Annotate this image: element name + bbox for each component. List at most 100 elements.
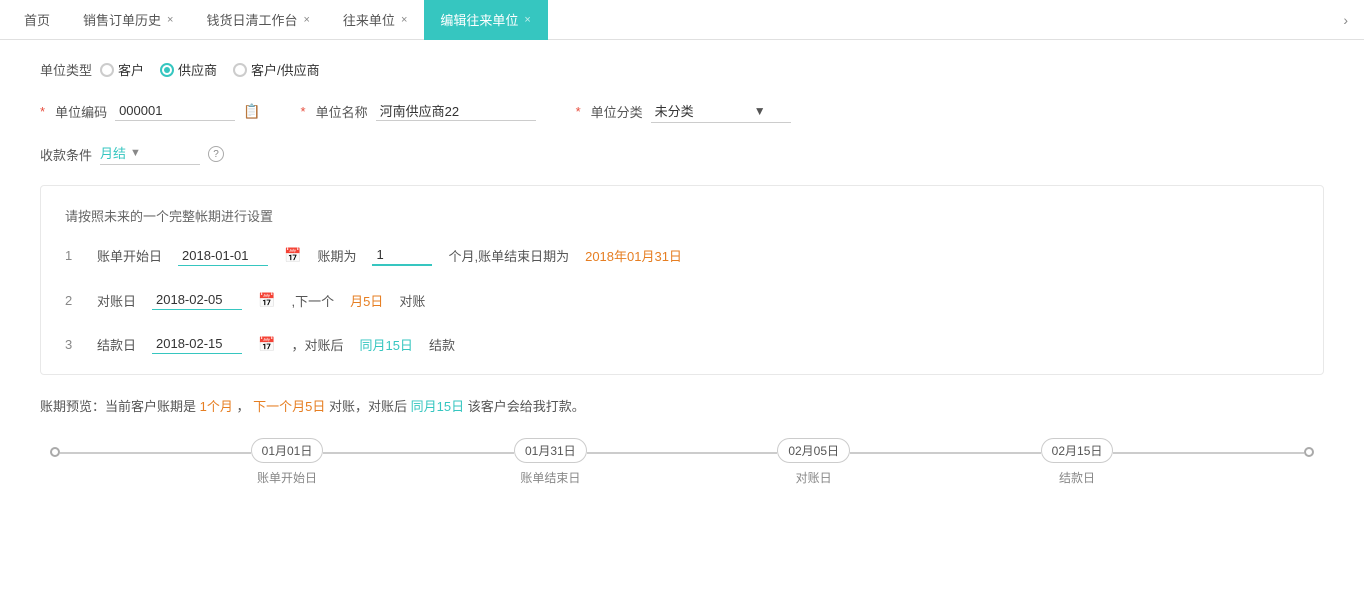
tl-sublabel-2: 对账日 <box>796 469 832 486</box>
category-star: * <box>576 104 581 119</box>
tab-sales-history-label: 销售订单历史 <box>83 10 161 29</box>
payment-day-desc-suffix: 结款 <box>429 335 455 354</box>
tl-line-2 <box>587 452 778 454</box>
radio-both[interactable]: 客户/供应商 <box>233 60 320 79</box>
category-value: 未分类 <box>655 101 694 120</box>
tabs-arrow[interactable]: › <box>1335 12 1356 28</box>
payment-value: 月结 <box>100 143 126 162</box>
preview-reconcile: 下一个月5日 <box>253 399 325 414</box>
reconcile-cal-icon[interactable]: 📅 <box>258 292 275 309</box>
preview-prefix: 账期预览：当前客户账期是 <box>40 399 196 414</box>
radio-customer-label: 客户 <box>118 60 144 79</box>
payment-day-cal-icon[interactable]: 📅 <box>258 336 275 353</box>
tab-edit-partner-label: 编辑往来单位 <box>440 10 518 29</box>
tab-home-label: 首页 <box>24 10 50 29</box>
tl-point-end <box>1304 438 1314 457</box>
reconcile-desc-prefix: ,下一个 <box>291 291 334 310</box>
radio-customer-circle <box>100 63 114 77</box>
preview-sep1: ， <box>237 399 250 414</box>
radio-supplier[interactable]: 供应商 <box>160 60 217 79</box>
payment-label: 收款条件 <box>40 145 92 164</box>
radio-both-circle <box>233 63 247 77</box>
period-unit: 个月,账单结束日期为 <box>448 246 569 265</box>
tl-line-1 <box>323 452 514 454</box>
payment-day-date[interactable] <box>152 334 242 354</box>
category-field: * 单位分类 未分类 ▼ <box>576 99 791 123</box>
tl-date-0: 01月01日 <box>262 444 313 458</box>
code-field: * 单位编码 📋 <box>40 101 261 121</box>
tab-home[interactable]: 首页 <box>8 0 67 40</box>
radio-supplier-label: 供应商 <box>178 60 217 79</box>
settings-row-3: 3 结款日 📅 ，对账后 同月15日 结款 <box>65 334 1299 354</box>
payment-day-desc-prefix: ，对账后 <box>291 335 343 354</box>
tl-line-3 <box>850 452 1041 454</box>
preview-period: 1个月 <box>200 399 233 414</box>
unit-type-label: 单位类型 <box>40 60 92 79</box>
tl-badge-2: 02月05日 <box>777 438 850 463</box>
settings-num-2: 2 <box>65 293 81 308</box>
tl-date-1: 01月31日 <box>525 444 576 458</box>
tab-partner-close[interactable]: × <box>401 14 407 26</box>
tl-date-2: 02月05日 <box>788 444 839 458</box>
category-arrow-icon: ▼ <box>754 104 766 118</box>
payment-select[interactable]: 月结 ▼ <box>100 143 200 165</box>
preview-suffix: 该客户会给我打款。 <box>468 399 585 414</box>
tl-dot-end <box>1304 447 1314 457</box>
code-name-category-row: * 单位编码 📋 * 单位名称 * 单位分类 未分类 ▼ <box>40 99 1324 123</box>
radio-both-label: 客户/供应商 <box>251 60 320 79</box>
category-label: 单位分类 <box>591 102 643 121</box>
tl-sublabel-1: 账单结束日 <box>520 469 580 486</box>
payment-day-highlight: 同月15日 <box>359 335 412 354</box>
tab-sales-history-close[interactable]: × <box>167 14 173 26</box>
preview-sep2: 对账，对账后 <box>329 399 407 414</box>
unit-type-field: 单位类型 客户 供应商 客户/供应商 <box>40 60 320 79</box>
category-select[interactable]: 未分类 ▼ <box>651 99 791 123</box>
bill-start-cal-icon[interactable]: 📅 <box>284 247 301 264</box>
tab-sales-history[interactable]: 销售订单历史 × <box>67 0 190 40</box>
settings-row-2: 2 对账日 📅 ,下一个 月5日 对账 <box>65 290 1299 310</box>
payment-field: 收款条件 月结 ▼ ? <box>40 143 224 165</box>
tab-cashier-label: 钱货日清工作台 <box>206 10 297 29</box>
settings-box: 请按照未来的一个完整帐期进行设置 1 账单开始日 📅 账期为 个月,账单结束日期… <box>40 185 1324 375</box>
tl-line-0 <box>60 452 251 454</box>
timeline: 01月01日 账单开始日 01月31日 账单结束日 02月05日 对账日 02月… <box>40 438 1324 486</box>
tab-partner[interactable]: 往来单位 × <box>327 0 424 40</box>
bill-start-date[interactable] <box>178 246 268 266</box>
radio-group: 客户 供应商 客户/供应商 <box>100 60 320 79</box>
payment-row: 收款条件 月结 ▼ ? <box>40 143 1324 165</box>
payment-help-icon[interactable]: ? <box>208 146 224 162</box>
code-input[interactable] <box>115 101 235 121</box>
tab-cashier[interactable]: 钱货日清工作台 × <box>190 0 326 40</box>
name-star: * <box>301 104 306 119</box>
tl-node-0: 01月01日 账单开始日 <box>251 438 324 486</box>
tl-date-3: 02月15日 <box>1052 444 1103 458</box>
tab-edit-partner-close[interactable]: × <box>524 14 530 26</box>
reconcile-date[interactable] <box>152 290 242 310</box>
settings-title: 请按照未来的一个完整帐期进行设置 <box>65 206 1299 225</box>
tl-node-2: 02月05日 对账日 <box>777 438 850 486</box>
reconcile-label: 对账日 <box>97 291 136 310</box>
payment-arrow-icon: ▼ <box>130 147 141 159</box>
tl-sublabel-3: 结款日 <box>1059 469 1095 486</box>
code-label: 单位编码 <box>55 102 107 121</box>
main-content: 单位类型 客户 供应商 客户/供应商 * 单位编码 <box>0 40 1364 608</box>
preview-section: 账期预览：当前客户账期是 1个月 ， 下一个月5日 对账，对账后 同月15日 该… <box>40 395 1324 418</box>
radio-customer[interactable]: 客户 <box>100 60 144 79</box>
bill-start-label: 账单开始日 <box>97 246 162 265</box>
name-label: 单位名称 <box>316 102 368 121</box>
name-field: * 单位名称 <box>301 101 536 121</box>
radio-supplier-circle <box>160 63 174 77</box>
period-input[interactable] <box>372 245 432 266</box>
payment-day-label: 结款日 <box>97 335 136 354</box>
code-star: * <box>40 104 45 119</box>
tab-edit-partner[interactable]: 编辑往来单位 × <box>424 0 547 40</box>
name-input[interactable] <box>376 101 536 121</box>
settings-num-1: 1 <box>65 248 81 263</box>
tl-line-4 <box>1113 452 1304 454</box>
reconcile-desc-suffix: 对账 <box>399 291 425 310</box>
period-label: 账期为 <box>317 246 356 265</box>
preview-payment: 同月15日 <box>411 399 464 414</box>
tab-partner-label: 往来单位 <box>343 10 395 29</box>
code-copy-icon[interactable]: 📋 <box>243 103 260 120</box>
tab-cashier-close[interactable]: × <box>303 14 309 26</box>
